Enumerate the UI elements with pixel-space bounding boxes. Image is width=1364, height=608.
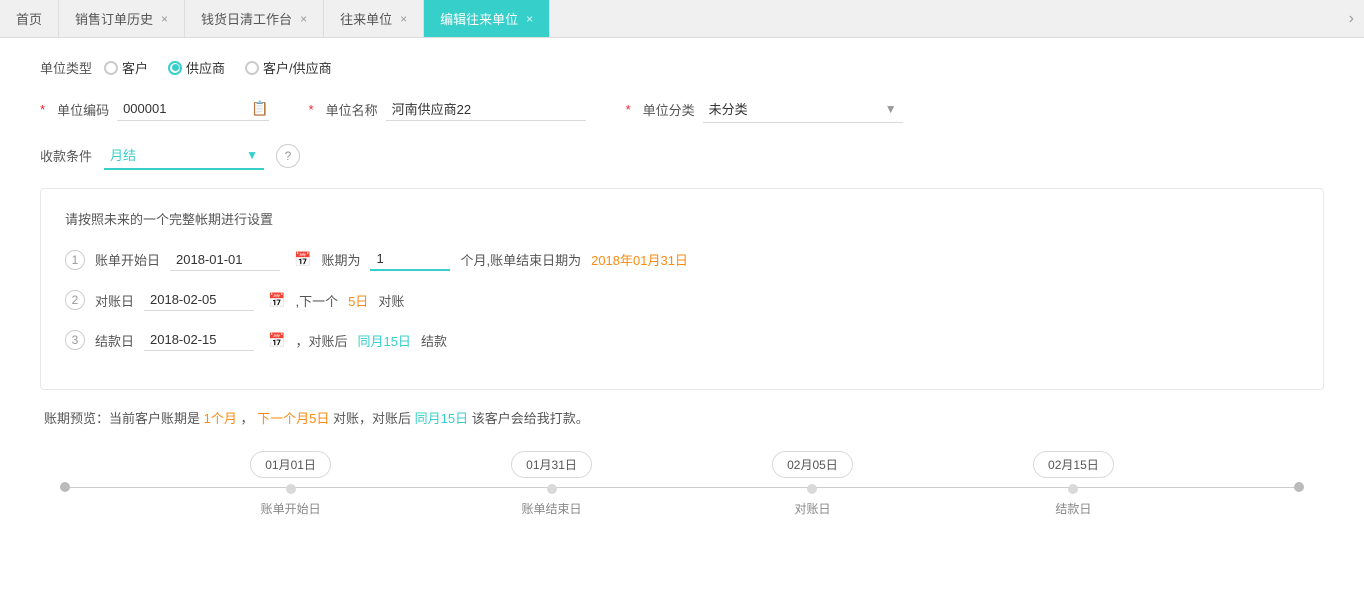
row3-suf: 结款 [421, 331, 447, 350]
tab-home[interactable]: 首页 [0, 0, 59, 37]
tab-cash-work[interactable]: 钱货日清工作台 × [185, 0, 324, 37]
page-content: 单位类型 客户 供应商 客户/供应商 * 单位编码 📋 [0, 38, 1364, 608]
row2-pre: ,下一个 [295, 291, 338, 310]
row-num-1: 1 [65, 250, 85, 270]
timeline-label-1: 账单开始日 [261, 500, 321, 517]
tab-close-sales[interactable]: × [161, 12, 168, 26]
radio-circle-both [245, 61, 259, 75]
unit-name-star: * [309, 102, 314, 117]
timeline-node-3: 02月05日 对账日 [772, 451, 853, 517]
unit-class-star: * [626, 102, 631, 117]
row-num-2: 2 [65, 290, 85, 310]
question-icon[interactable]: ? [276, 144, 300, 168]
unit-code-group: * 单位编码 📋 [40, 97, 269, 121]
settlement-box: 请按照未来的一个完整帐期进行设置 1 账单开始日 📅 账期为 个月,账单结束日期… [40, 188, 1324, 390]
tab-close-edit[interactable]: × [526, 12, 533, 26]
timeline-end-cap [1294, 451, 1304, 492]
start-date-input[interactable] [170, 249, 280, 271]
reconcile-date-input[interactable] [144, 289, 254, 311]
calendar-icon-1[interactable]: 📅 [294, 251, 311, 268]
timeline-container: 01月01日 账单开始日 01月31日 账单结束日 02月05日 对账日 [40, 451, 1324, 517]
row3-highlight: 同月15日 [357, 331, 410, 350]
radio-supplier[interactable]: 供应商 [168, 58, 225, 77]
timeline-start-cap [60, 451, 70, 492]
calendar-icon-2[interactable]: 📅 [268, 292, 285, 309]
calendar-icon-3[interactable]: 📅 [268, 332, 285, 349]
radio-customer[interactable]: 客户 [104, 58, 148, 77]
tab-bar: 首页 销售订单历史 × 钱货日清工作台 × 往来单位 × 编辑往来单位 × › [0, 0, 1364, 38]
tab-close-partner[interactable]: × [400, 12, 407, 26]
row2-suf: 对账 [378, 291, 404, 310]
calendar-icon-code[interactable]: 📋 [251, 100, 268, 117]
timeline-badge-3: 02月05日 [772, 451, 853, 478]
settlement-row-3: 3 结款日 📅 ，对账后 同月15日 结款 [65, 329, 1299, 351]
unit-class-label: 单位分类 [643, 100, 695, 119]
unit-name-label: 单位名称 [326, 100, 378, 119]
tab-sales-history[interactable]: 销售订单历史 × [59, 0, 185, 37]
timeline-label-2: 账单结束日 [522, 500, 582, 517]
period-input[interactable] [370, 248, 450, 271]
timeline-node-4: 02月15日 结款日 [1033, 451, 1114, 517]
settlement-title: 请按照未来的一个完整帐期进行设置 [65, 209, 1299, 228]
preview-sep1: ， [241, 411, 254, 426]
preview-part1: 1个月 [204, 411, 237, 426]
payment-date-input[interactable] [144, 329, 254, 351]
tab-close-cash[interactable]: × [300, 12, 307, 26]
timeline-node-1: 01月01日 账单开始日 [250, 451, 331, 517]
timeline-label-3: 对账日 [794, 500, 830, 517]
row3-label: 结款日 [95, 331, 134, 350]
preview-part2: 下一个月5日 [257, 411, 329, 426]
unit-code-star: * [40, 102, 45, 117]
settlement-row-1: 1 账单开始日 📅 账期为 个月,账单结束日期为 2018年01月31日 [65, 248, 1299, 271]
row1-period-suf: 个月,账单结束日期为 [460, 250, 581, 269]
timeline-badge-4: 02月15日 [1033, 451, 1114, 478]
timeline-node-2: 01月31日 账单结束日 [511, 451, 592, 517]
radio-circle-supplier [168, 61, 182, 75]
payment-arrow: ▼ [246, 148, 258, 162]
row2-label: 对账日 [95, 291, 134, 310]
payment-select[interactable]: 月结 ▼ [104, 141, 264, 170]
preview-suffix: 该客户会给我打款。 [472, 411, 589, 426]
unit-class-arrow: ▼ [885, 102, 897, 116]
timeline-badge-2: 01月31日 [511, 451, 592, 478]
unit-info-row: * 单位编码 📋 * 单位名称 * 单位分类 未分类 ▼ [40, 95, 1324, 123]
tab-scroll-arrow[interactable]: › [1339, 0, 1364, 37]
unit-type-radio-group: 客户 供应商 客户/供应商 [104, 58, 332, 77]
unit-code-field: 📋 [117, 97, 268, 121]
preview-part3: 同月15日 [415, 411, 468, 426]
payment-label: 收款条件 [40, 146, 92, 165]
payment-row: 收款条件 月结 ▼ ? [40, 141, 1324, 170]
timeline-label-4: 结款日 [1055, 500, 1091, 517]
preview-bar: 账期预览：当前客户账期是 1个月 ， 下一个月5日 对账，对账后 同月15日 该… [40, 408, 1324, 427]
unit-type-label: 单位类型 [40, 58, 92, 77]
preview-sep2: 对账，对账后 [333, 411, 411, 426]
row2-highlight: 5日 [348, 291, 368, 310]
unit-code-input[interactable] [117, 97, 247, 120]
row1-period-pre: 账期为 [321, 250, 360, 269]
unit-code-label: 单位编码 [57, 100, 109, 119]
settlement-row-2: 2 对账日 📅 ,下一个 5日 对账 [65, 289, 1299, 311]
row1-end-date: 2018年01月31日 [591, 250, 688, 269]
unit-name-input[interactable] [386, 97, 586, 121]
preview-prefix: 账期预览：当前客户账期是 [44, 411, 200, 426]
radio-both[interactable]: 客户/供应商 [245, 58, 332, 77]
radio-circle-customer [104, 61, 118, 75]
row1-label: 账单开始日 [95, 250, 160, 269]
tab-partner[interactable]: 往来单位 × [324, 0, 424, 37]
unit-class-select[interactable]: 未分类 ▼ [703, 95, 903, 123]
tab-edit-partner[interactable]: 编辑往来单位 × [424, 0, 550, 37]
row3-pre: ，对账后 [295, 331, 347, 350]
unit-type-row: 单位类型 客户 供应商 客户/供应商 [40, 58, 1324, 77]
unit-name-group: * 单位名称 [309, 97, 586, 121]
row-num-3: 3 [65, 330, 85, 350]
unit-class-group: * 单位分类 未分类 ▼ [626, 95, 903, 123]
timeline-badge-1: 01月01日 [250, 451, 331, 478]
